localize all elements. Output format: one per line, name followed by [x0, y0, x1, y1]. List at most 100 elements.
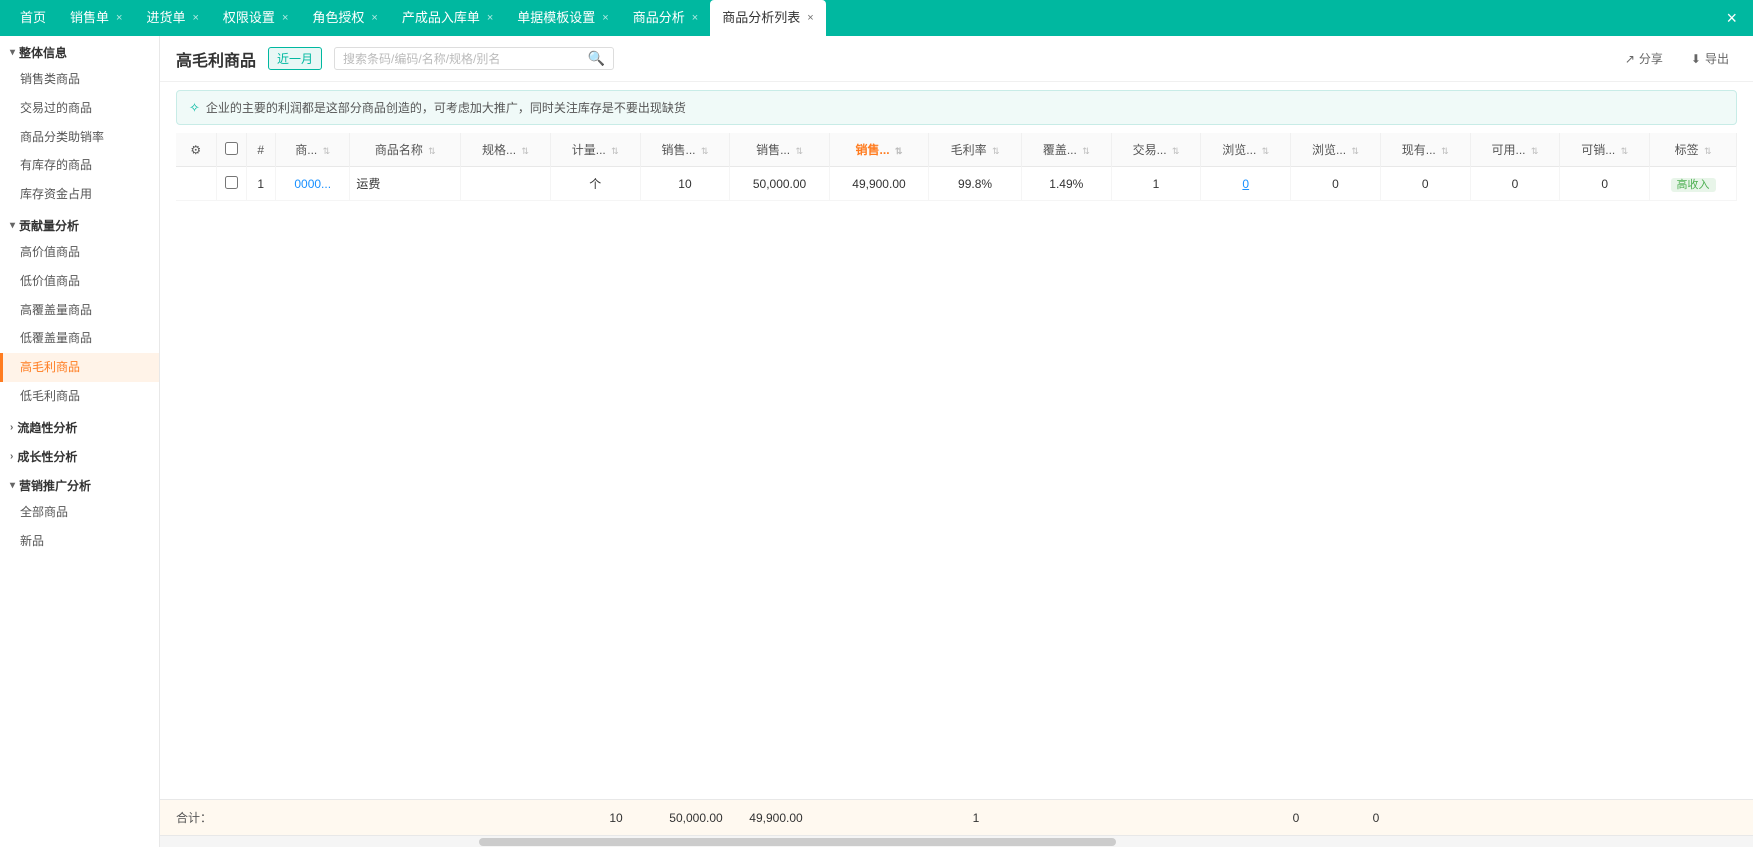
col-coverage[interactable]: 覆盖... ⇅ — [1021, 133, 1111, 167]
info-icon: ✧ — [189, 100, 200, 116]
cell-settings — [176, 167, 216, 201]
sidebar-toggle[interactable]: « — [159, 422, 160, 462]
info-banner: ✧ 企业的主要的利润都是这部分商品创造的，可考虑加大推广，同时关注库存是不要出现… — [176, 90, 1737, 125]
window-close-button[interactable]: × — [1718, 8, 1745, 29]
data-table: ⚙ # 商... ⇅ 商品名称 ⇅ — [176, 133, 1737, 201]
cell-browse1[interactable]: 0 — [1201, 167, 1291, 201]
col-spec[interactable]: 规格... ⇅ — [461, 133, 551, 167]
col-available[interactable]: 可用... ⇅ — [1470, 133, 1560, 167]
cell-code[interactable]: 0000... — [275, 167, 349, 201]
col-sales-qty[interactable]: 销售... ⇅ — [640, 133, 730, 167]
col-num: # — [246, 133, 275, 167]
col-unit[interactable]: 计量... ⇅ — [550, 133, 640, 167]
close-template-settings[interactable]: × — [602, 0, 608, 36]
main-layout: « ▾ 整体信息 销售类商品 交易过的商品 商品分类助销率 有库存的商品 库存资… — [0, 36, 1753, 847]
sidebar-item-high-coverage[interactable]: 高覆盖量商品 — [0, 296, 159, 325]
col-tag[interactable]: 标签 ⇅ — [1650, 133, 1737, 167]
filter-recent-month[interactable]: 近一月 — [268, 47, 322, 70]
sidebar-item-stock-capital[interactable]: 库存资金占用 — [0, 180, 159, 209]
cell-available: 0 — [1470, 167, 1560, 201]
close-purchase-order[interactable]: × — [192, 0, 198, 36]
sidebar-item-traded-goods[interactable]: 交易过的商品 — [0, 94, 159, 123]
col-trans[interactable]: 交易... ⇅ — [1111, 133, 1201, 167]
sidebar-item-low-value[interactable]: 低价值商品 — [0, 267, 159, 296]
sort-sales-amt: ⇅ — [795, 146, 803, 156]
col-code[interactable]: 商... ⇅ — [275, 133, 349, 167]
cell-sales-qty: 10 — [640, 167, 730, 201]
nav-product-inbound[interactable]: 产成品入库单 × — [390, 0, 505, 36]
close-permissions[interactable]: × — [282, 0, 288, 36]
sidebar-section-growth[interactable]: › 成长性分析 — [0, 440, 159, 469]
nav-product-analysis-list[interactable]: 商品分析列表 × — [710, 0, 825, 36]
search-icon[interactable]: 🔍 — [588, 50, 605, 67]
col-gross-rate[interactable]: 毛利率 ⇅ — [929, 133, 1022, 167]
sort-trans: ⇅ — [1172, 146, 1180, 156]
nav-template-settings[interactable]: 单据模板设置 × — [505, 0, 620, 36]
col-browse2[interactable]: 浏览... ⇅ — [1291, 133, 1381, 167]
search-input[interactable] — [343, 52, 584, 66]
cell-spec — [461, 167, 551, 201]
col-sellable[interactable]: 可销... ⇅ — [1560, 133, 1650, 167]
section-arrow-contribution: ▾ — [10, 220, 15, 231]
close-sales-order[interactable]: × — [116, 0, 122, 36]
cell-gross-rate: 99.8% — [929, 167, 1022, 201]
sidebar-item-category-rate[interactable]: 商品分类助销率 — [0, 123, 159, 152]
footer-available: 0 — [1336, 811, 1416, 825]
cell-tag: 高收入 — [1650, 167, 1737, 201]
sidebar-item-high-value[interactable]: 高价值商品 — [0, 238, 159, 267]
col-sales-amt[interactable]: 销售... ⇅ — [730, 133, 829, 167]
sidebar-item-low-margin[interactable]: 低毛利商品 — [0, 382, 159, 411]
page-title: 高毛利商品 — [176, 47, 256, 71]
sidebar-item-sales-goods[interactable]: 销售类商品 — [0, 65, 159, 94]
sort-sellable: ⇅ — [1621, 146, 1629, 156]
section-arrow-overview: ▾ — [10, 47, 15, 58]
col-browse1[interactable]: 浏览... ⇅ — [1201, 133, 1291, 167]
nav-product-analysis[interactable]: 商品分析 × — [621, 0, 710, 36]
sort-available: ⇅ — [1531, 146, 1539, 156]
nav-sales-order[interactable]: 销售单 × — [58, 0, 134, 36]
col-settings[interactable]: ⚙ — [176, 133, 216, 167]
row-checkbox[interactable] — [225, 176, 238, 189]
content-header: 高毛利商品 近一月 🔍 ↗ 分享 ⬇ 导出 — [160, 36, 1753, 82]
sidebar-section-marketing[interactable]: ▾ 营销推广分析 — [0, 469, 159, 498]
sort-spec: ⇅ — [521, 146, 529, 156]
scrollbar-thumb[interactable] — [479, 838, 1116, 846]
header-actions: ↗ 分享 ⬇ 导出 — [1617, 46, 1737, 71]
table-container[interactable]: ⚙ # 商... ⇅ 商品名称 ⇅ — [160, 133, 1753, 799]
settings-icon[interactable]: ⚙ — [190, 143, 201, 157]
cell-sales-cost: 49,900.00 — [829, 167, 928, 201]
sidebar-section-overview[interactable]: ▾ 整体信息 — [0, 36, 159, 65]
sidebar-item-all-goods[interactable]: 全部商品 — [0, 498, 159, 527]
sort-tag: ⇅ — [1704, 146, 1712, 156]
nav-permissions[interactable]: 权限设置 × — [211, 0, 300, 36]
close-product-inbound[interactable]: × — [487, 0, 493, 36]
footer-current: 0 — [1256, 811, 1336, 825]
select-all-checkbox[interactable] — [225, 142, 238, 155]
sidebar-item-new-goods[interactable]: 新品 — [0, 527, 159, 556]
nav-roles[interactable]: 角色授权 × — [300, 0, 389, 36]
cell-name[interactable]: 运费 — [350, 167, 461, 201]
sidebar-section-contribution[interactable]: ▾ 贡献量分析 — [0, 209, 159, 238]
nav-purchase-order[interactable]: 进货单 × — [134, 0, 210, 36]
sidebar-item-high-margin[interactable]: 高毛利商品 — [0, 353, 159, 382]
share-button[interactable]: ↗ 分享 — [1617, 46, 1671, 71]
close-product-analysis-list[interactable]: × — [807, 0, 813, 36]
footer-columns: 10 50,000.00 49,900.00 1 0 0 — [296, 811, 1737, 825]
close-roles[interactable]: × — [371, 0, 377, 36]
sort-browse1: ⇅ — [1262, 146, 1270, 156]
cell-unit: 个 — [550, 167, 640, 201]
sidebar-section-trend[interactable]: › 流趋性分析 — [0, 411, 159, 440]
export-button[interactable]: ⬇ 导出 — [1683, 46, 1737, 71]
sort-sales-cost: ⇅ — [895, 146, 903, 156]
sort-coverage: ⇅ — [1082, 146, 1090, 156]
col-name[interactable]: 商品名称 ⇅ — [350, 133, 461, 167]
sidebar-item-stocked-goods[interactable]: 有库存的商品 — [0, 151, 159, 180]
col-current[interactable]: 现有... ⇅ — [1380, 133, 1470, 167]
horizontal-scrollbar[interactable] — [160, 835, 1753, 847]
sidebar-item-low-coverage[interactable]: 低覆盖量商品 — [0, 324, 159, 353]
col-checkbox — [216, 133, 246, 167]
nav-home[interactable]: 首页 — [8, 0, 58, 36]
footer-sales-amt: 50,000.00 — [656, 811, 736, 825]
close-product-analysis[interactable]: × — [692, 0, 698, 36]
col-sales-cost[interactable]: 销售... ⇅ — [829, 133, 928, 167]
